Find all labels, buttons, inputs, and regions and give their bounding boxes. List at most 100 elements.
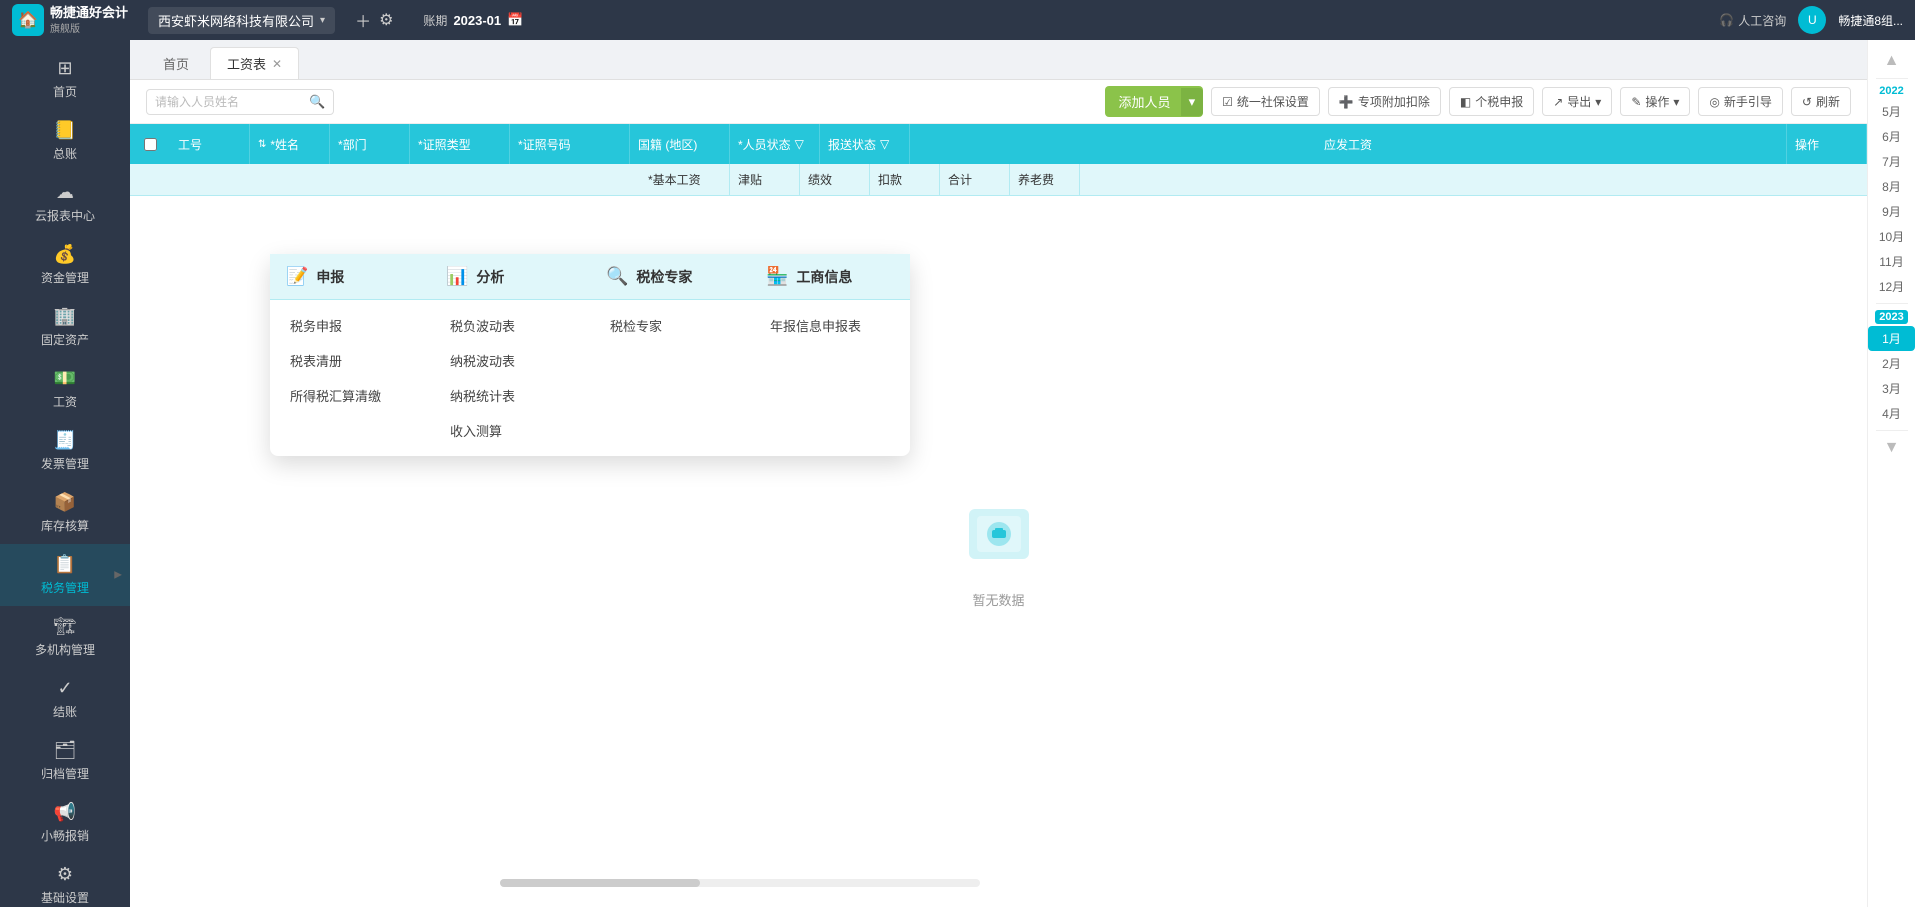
right-calendar: ▲ 2022 5月 6月 7月 8月 9月 10月 11月 12月 2023 1… [1867, 40, 1915, 907]
sort-icon[interactable]: ⇅ [258, 139, 266, 150]
sidebar-item-assets[interactable]: 🏢 固定资产 [0, 296, 130, 358]
refresh-button[interactable]: ↺ 刷新 [1791, 87, 1851, 116]
cal-nav-up[interactable]: ▲ [1880, 48, 1904, 74]
bizinfo-icon: 🏪 [766, 266, 788, 287]
export-button[interactable]: ↗ 导出 ▾ [1542, 87, 1612, 116]
individual-tax-button[interactable]: ◧ 个税申报 [1449, 87, 1534, 116]
add-dropdown-arrow-icon[interactable]: ▾ [1181, 88, 1204, 116]
empty-state: 暂无数据 [959, 494, 1039, 609]
sub-th-base-salary: *基本工资 [640, 164, 730, 195]
period-value: 2023-01 [453, 13, 501, 28]
sidebar-item-invoice[interactable]: 🧾 发票管理 [0, 420, 130, 482]
support-label: 人工咨询 [1738, 12, 1786, 29]
dropdown-item-expert[interactable]: 税检专家 [590, 308, 750, 343]
cal-month-jan[interactable]: 1月 [1868, 326, 1915, 351]
dropdown-col-declaration-header: 📝 申报 [270, 254, 430, 300]
cal-month-mar[interactable]: 3月 [1868, 376, 1915, 401]
select-all-checkbox[interactable] [144, 138, 157, 151]
tab-bar: 首页 工资表 ✕ [130, 40, 1867, 80]
cal-month-jun[interactable]: 6月 [1868, 124, 1915, 149]
horizontal-scrollbar[interactable] [500, 879, 980, 887]
status-filter-icon[interactable]: ▽ [795, 137, 804, 151]
add-btn-label: 添加人员 [1119, 92, 1171, 111]
cal-month-apr[interactable]: 4月 [1868, 401, 1915, 426]
sidebar-item-settings[interactable]: ⚙ 基础设置 [0, 854, 130, 907]
dropdown-col-expert-header: 🔍 税检专家 [590, 254, 750, 300]
app-sub: 旗舰版 [50, 20, 128, 35]
add-person-button[interactable]: 添加人员 ▾ [1105, 86, 1204, 117]
cal-month-feb[interactable]: 2月 [1868, 351, 1915, 376]
assets-icon: 🏢 [54, 306, 76, 327]
dropdown-item-income-tax[interactable]: 所得税汇算清缴 [270, 378, 430, 413]
payroll-icon: 💵 [54, 368, 76, 389]
user-name[interactable]: 畅捷通8组... [1838, 12, 1903, 29]
dropdown-item-income-estimate[interactable]: 收入测算 [430, 413, 590, 448]
dropdown-item-tax-change[interactable]: 纳税波动表 [430, 343, 590, 378]
cal-month-may[interactable]: 5月 [1868, 99, 1915, 124]
social-security-button[interactable]: ☑ 统一社保设置 [1211, 87, 1320, 116]
tab-payroll[interactable]: 工资表 ✕ [210, 47, 299, 79]
dropdown-item-tax-table[interactable]: 税表清册 [270, 343, 430, 378]
search-input[interactable] [155, 95, 305, 109]
analysis-items: 税负波动表 纳税波动表 纳税统计表 收入测算 [430, 300, 590, 456]
bizinfo-items: 年报信息申报表 [750, 300, 910, 351]
dropdown-col-bizinfo-header: 🏪 工商信息 [750, 254, 910, 300]
sidebar-item-inventory[interactable]: 📦 库存核算 [0, 482, 130, 544]
th-checkbox[interactable] [130, 138, 170, 151]
sub-th-allowance: 津贴 [730, 164, 800, 195]
scrollbar-thumb[interactable] [500, 879, 700, 887]
cal-nav-down[interactable]: ▼ [1880, 435, 1904, 461]
sidebar-item-home[interactable]: ⊞ 首页 [0, 48, 130, 110]
sub-th-deduction: 扣款 [870, 164, 940, 195]
cal-month-jul[interactable]: 7月 [1868, 149, 1915, 174]
year-divider [1876, 78, 1908, 79]
tab-close-icon[interactable]: ✕ [272, 57, 282, 71]
th-report-status: 报送状态 ▽ [820, 124, 910, 164]
invoice-icon: 🧾 [54, 430, 76, 451]
sidebar-item-archive[interactable]: 🗂 归档管理 [0, 730, 130, 792]
support-button[interactable]: 🎧 人工咨询 [1719, 12, 1786, 29]
dropdown-col-analysis-header: 📊 分析 [430, 254, 590, 300]
sidebar-item-close[interactable]: ✓ 结账 [0, 668, 130, 730]
sidebar-item-multi[interactable]: 🏗 多机构管理 [0, 606, 130, 668]
dropdown-item-tax-stats[interactable]: 纳税统计表 [430, 378, 590, 413]
guide-button[interactable]: ◎ 新手引导 [1698, 87, 1783, 116]
sidebar-item-ledger[interactable]: 📒 总账 [0, 110, 130, 172]
year-divider-3 [1876, 430, 1908, 431]
th-status: *人员状态 ▽ [730, 124, 820, 164]
dropdown-item-tax-declaration[interactable]: 税务申报 [270, 308, 430, 343]
calendar-icon[interactable]: 📅 [507, 12, 523, 28]
main-layout: ⊞ 首页 📒 总账 ☁ 云报表中心 💰 资金管理 🏢 固定资产 💵 工资 🧾 发… [0, 40, 1915, 907]
home-icon: ⊞ [57, 58, 72, 79]
app-name: 畅捷通好会计 [50, 5, 128, 21]
dropdown-item-annual-report[interactable]: 年报信息申报表 [750, 308, 910, 343]
dropdown-item-tax-burden[interactable]: 税负波动表 [430, 308, 590, 343]
special-deduction-button[interactable]: ➕ 专项附加扣除 [1328, 87, 1441, 116]
logo-icon: 🏠 [12, 4, 44, 36]
prev-year-label: 2022 [1879, 85, 1903, 97]
sidebar-item-marketing[interactable]: 📢 小畅报销 [0, 792, 130, 854]
cal-month-nov[interactable]: 11月 [1868, 249, 1915, 274]
cal-month-aug[interactable]: 8月 [1868, 174, 1915, 199]
sidebar-item-tax[interactable]: 📋 税务管理 ▶ [0, 544, 130, 606]
tax-dropdown-menu: 📝 申报 税务申报 税表清册 所得税汇算清缴 [270, 254, 910, 456]
declaration-icon: 📝 [286, 266, 308, 287]
operation-button[interactable]: ✎ 操作 ▾ [1620, 87, 1690, 116]
sidebar-item-cloud[interactable]: ☁ 云报表中心 [0, 172, 130, 234]
headset-icon: 🎧 [1719, 13, 1734, 27]
sidebar-item-funds[interactable]: 💰 资金管理 [0, 234, 130, 296]
settings-icon[interactable]: ⚙ [379, 10, 393, 30]
tab-home[interactable]: 首页 [146, 47, 206, 79]
sidebar-item-payroll[interactable]: 💵 工资 [0, 358, 130, 420]
cloud-icon: ☁ [56, 182, 74, 203]
add-icon[interactable]: ＋ [355, 8, 371, 32]
cal-month-sep[interactable]: 9月 [1868, 199, 1915, 224]
cal-month-oct[interactable]: 10月 [1868, 224, 1915, 249]
th-name: ⇅ *姓名 [250, 124, 330, 164]
header-right: 🎧 人工咨询 U 畅捷通8组... [1719, 6, 1903, 34]
tab-payroll-label: 工资表 [227, 54, 266, 73]
report-filter-icon[interactable]: ▽ [880, 137, 889, 151]
cal-month-dec[interactable]: 12月 [1868, 274, 1915, 299]
company-selector[interactable]: 西安虾米网络科技有限公司 ▾ [148, 7, 335, 34]
dropdown-col-analysis: 📊 分析 税负波动表 纳税波动表 纳税统计表 收入测算 [430, 254, 590, 456]
